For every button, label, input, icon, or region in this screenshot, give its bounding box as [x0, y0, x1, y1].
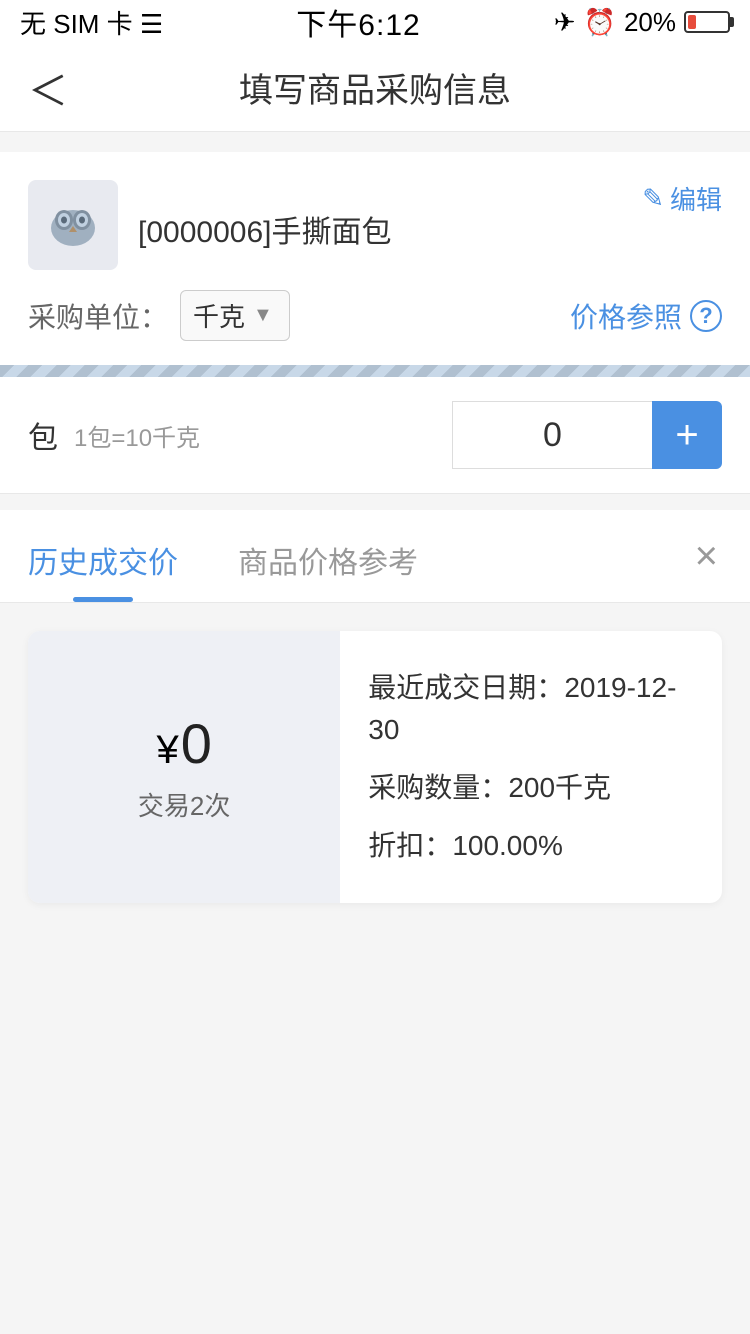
edit-button[interactable]: ✎ 编辑: [642, 180, 722, 217]
alarm-icon: ⏰: [584, 7, 616, 38]
price-history-card: ¥ 0 交易2次 最近成交日期：2019-12-30 采购数量：200千克 折扣…: [28, 631, 722, 903]
plus-icon: +: [675, 413, 698, 458]
status-left: 无 SIM 卡 ☰: [20, 4, 163, 41]
battery-percent: 20%: [624, 7, 676, 38]
purchase-qty-row: 采购数量：200千克: [368, 767, 694, 809]
dropdown-arrow-icon: ▼: [253, 304, 273, 327]
edit-label: 编辑: [670, 180, 722, 217]
purchase-qty-label: 采购数量：: [368, 772, 508, 803]
package-unit-label: 包: [28, 413, 58, 457]
price-value: 0: [181, 711, 212, 776]
product-logo: [38, 190, 108, 260]
latest-date-label: 最近成交日期：: [368, 672, 564, 703]
tab-product-price-ref[interactable]: 商品价格参考: [238, 510, 418, 602]
back-button[interactable]: ＜: [28, 59, 68, 117]
price-amount-display: ¥ 0: [156, 711, 211, 776]
location-icon: ✈: [554, 7, 576, 38]
tabs: 历史成交价 商品价格参考: [28, 510, 418, 602]
status-bar: 无 SIM 卡 ☰ 下午6:12 ✈ ⏰ 20%: [0, 0, 750, 44]
quantity-row: 包 1包=10千克 0 +: [0, 377, 750, 494]
tab-close-button[interactable]: ×: [691, 534, 722, 579]
product-card: [0000006]手撕面包 ✎ 编辑 采购单位： 千克 ▼ 价格参照 ?: [0, 152, 750, 365]
page-title: 填写商品采购信息: [239, 63, 511, 112]
edit-icon: ✎: [642, 183, 664, 214]
price-details: 最近成交日期：2019-12-30 采购数量：200千克 折扣：100.00%: [340, 631, 722, 903]
battery-fill: [688, 15, 696, 29]
unit-select[interactable]: 千克 ▼: [180, 290, 290, 341]
price-ref-label: 价格参照: [570, 296, 682, 336]
quantity-input[interactable]: 0: [452, 401, 652, 469]
battery-icon: [684, 11, 730, 33]
package-conversion-text: 1包=10千克: [74, 418, 200, 453]
product-unit-row: 采购单位： 千克 ▼ 价格参照 ?: [28, 290, 722, 341]
product-name: [0000006]手撕面包: [138, 199, 391, 251]
tab-history-price[interactable]: 历史成交价: [28, 510, 178, 602]
price-ref-button[interactable]: 价格参照 ?: [570, 296, 722, 336]
tab-bar: 历史成交价 商品价格参考 ×: [0, 510, 750, 603]
product-image: [28, 180, 118, 270]
trade-count: 交易2次: [138, 786, 230, 823]
carrier-text: 无 SIM 卡 ☰: [20, 4, 163, 41]
latest-date-row: 最近成交日期：2019-12-30: [368, 667, 694, 751]
header: ＜ 填写商品采购信息: [0, 44, 750, 132]
status-time: 下午6:12: [296, 0, 420, 44]
quantity-control: 0 +: [452, 401, 722, 469]
plus-button[interactable]: +: [652, 401, 722, 469]
stripe-divider: [0, 365, 750, 377]
status-right: ✈ ⏰ 20%: [554, 7, 730, 38]
content-area: ¥ 0 交易2次 最近成交日期：2019-12-30 采购数量：200千克 折扣…: [0, 603, 750, 1203]
product-left: [0000006]手撕面包: [28, 180, 391, 270]
discount-label: 折扣：: [368, 830, 452, 861]
unit-value: 千克: [193, 297, 245, 334]
unit-label: 采购单位：: [28, 296, 168, 336]
discount-row: 折扣：100.00%: [368, 825, 694, 867]
product-top-row: [0000006]手撕面包 ✎ 编辑: [28, 180, 722, 270]
purchase-qty-value: 200千克: [508, 772, 611, 803]
discount-value: 100.00%: [452, 830, 563, 861]
yen-symbol: ¥: [156, 728, 178, 773]
price-summary: ¥ 0 交易2次: [28, 631, 340, 903]
price-ref-help-icon: ?: [690, 300, 722, 332]
quantity-label-wrap: 包 1包=10千克: [28, 413, 200, 457]
